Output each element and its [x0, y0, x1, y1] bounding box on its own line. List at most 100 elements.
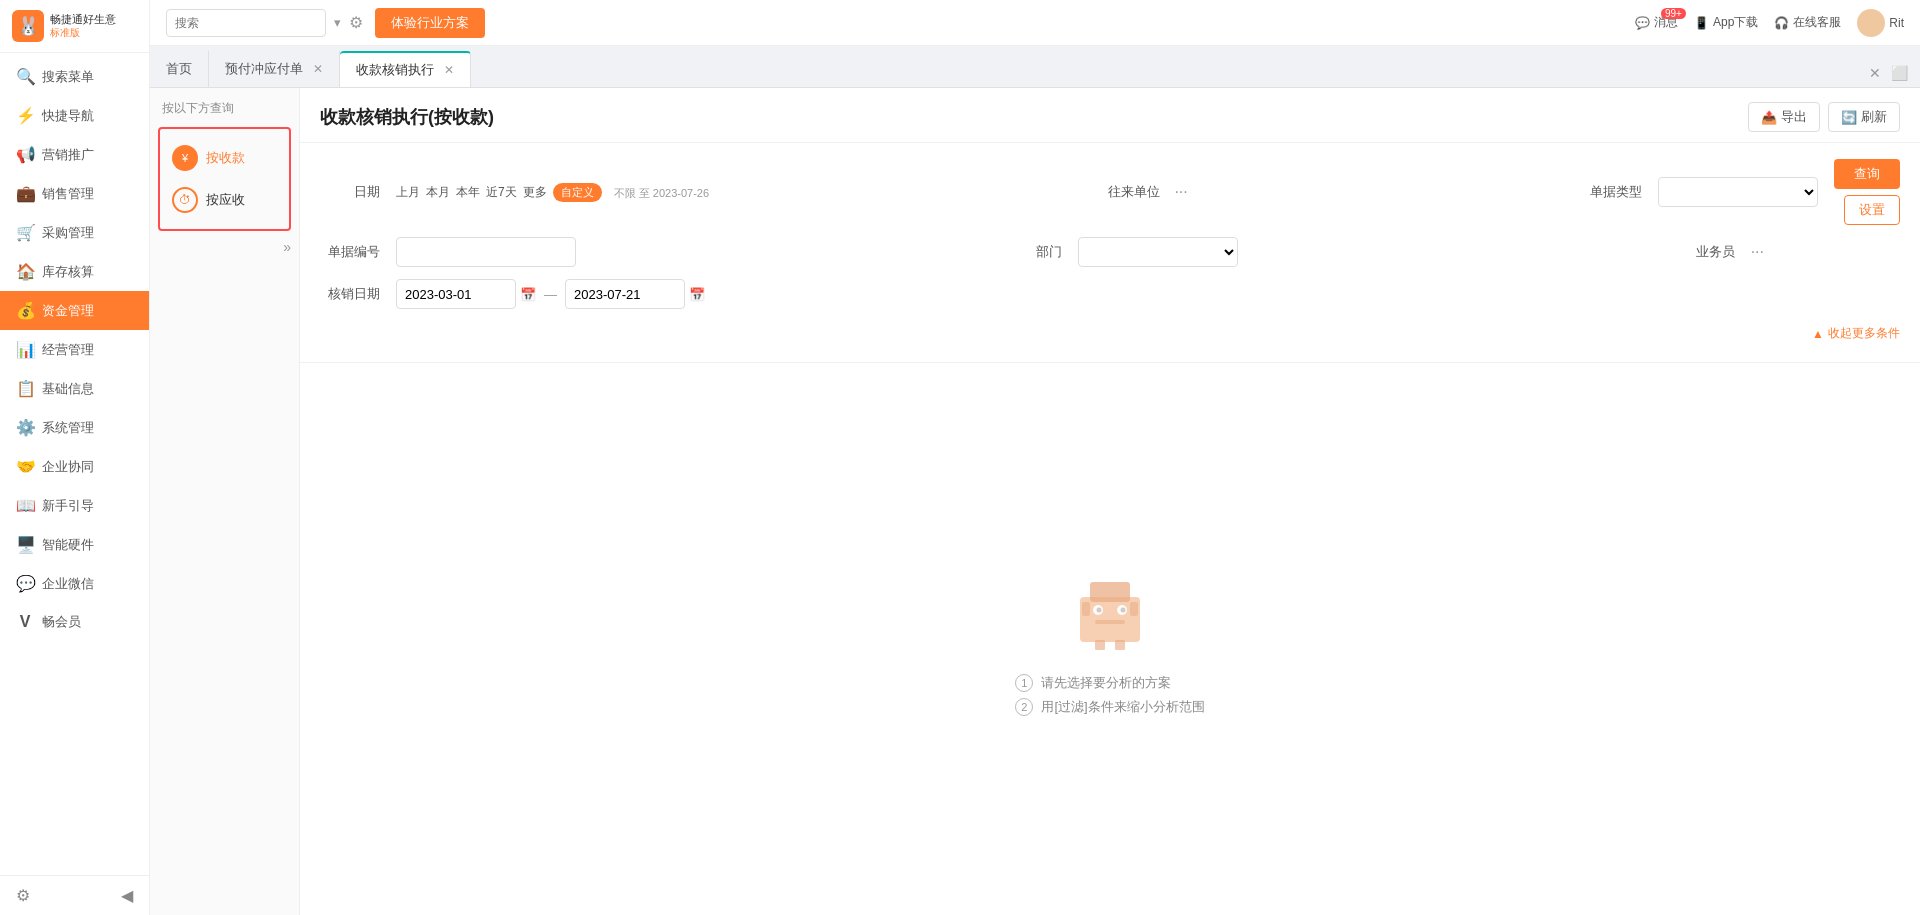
date-custom-badge[interactable]: 自定义 — [553, 183, 602, 202]
app-logo: 🐰 畅捷通好生意 标准版 — [0, 0, 149, 53]
tab-home-label: 首页 — [166, 60, 192, 78]
purchase-icon: 🛒 — [16, 223, 34, 242]
header-actions: 💬 消息 99+ 📱 App下载 🎧 在线客服 Rit — [1635, 9, 1904, 37]
date-shortcut-this-month[interactable]: 本月 — [426, 184, 450, 201]
sidebar-item-management[interactable]: 📊 经营管理 — [0, 330, 149, 369]
app-download-button[interactable]: 📱 App下载 — [1694, 14, 1758, 31]
sidebar-item-quick-nav[interactable]: ⚡ 快捷导航 — [0, 96, 149, 135]
sidebar-item-wechat[interactable]: 💬 企业微信 — [0, 564, 149, 603]
btn-group-right: 查询 设置 — [1834, 159, 1900, 225]
avatar — [1857, 9, 1885, 37]
sidebar-label-finance: 资金管理 — [42, 302, 94, 320]
page-header: 收款核销执行(按收款) 📤 导出 🔄 刷新 — [300, 88, 1920, 143]
filter-option-by-receivable[interactable]: ⏱ 按应收 — [168, 179, 281, 221]
tip-text-1: 请先选择要分析的方案 — [1041, 674, 1171, 692]
message-icon: 💬 — [1635, 16, 1650, 30]
staff-dots[interactable]: ··· — [1751, 243, 1764, 261]
date-shortcut-7days[interactable]: 近7天 — [486, 184, 517, 201]
sidebar-menu: 🔍 搜索菜单 ⚡ 快捷导航 📢 营销推广 💼 销售管理 🛒 采购管理 🏠 库存核… — [0, 53, 149, 875]
empty-state: 1 请先选择要分析的方案 2 用[过滤]条件来缩小分析范围 — [300, 363, 1920, 915]
date-shortcut-more[interactable]: 更多 — [523, 184, 547, 201]
date-shortcut-this-year[interactable]: 本年 — [456, 184, 480, 201]
settings-button[interactable]: 设置 — [1844, 195, 1900, 225]
tip-num-1: 1 — [1015, 674, 1033, 692]
sidebar-item-inventory[interactable]: 🏠 库存核算 — [0, 252, 149, 291]
logo-icon: 🐰 — [12, 10, 44, 42]
verify-date-start[interactable] — [396, 279, 516, 309]
sidebar-label-basic: 基础信息 — [42, 380, 94, 398]
collapse-panel-btn[interactable]: » — [158, 239, 291, 255]
counterparty-dots[interactable]: ··· — [1174, 183, 1187, 201]
sidebar-item-collab[interactable]: 🤝 企业协同 — [0, 447, 149, 486]
query-button[interactable]: 查询 — [1834, 159, 1900, 189]
tab-bar: 首页 预付冲应付单 ✕ 收款核销执行 ✕ ✕ ⬜ — [150, 46, 1920, 88]
filter-panel: 按以下方查询 ¥ 按收款 ⏱ 按应收 » — [150, 88, 300, 915]
collapse-more-button[interactable]: ▲ 收起更多条件 — [1812, 325, 1900, 342]
sidebar-item-basic[interactable]: 📋 基础信息 — [0, 369, 149, 408]
page-actions: 📤 导出 🔄 刷新 — [1748, 102, 1900, 132]
inventory-icon: 🏠 — [16, 262, 34, 281]
wechat-icon: 💬 — [16, 574, 34, 593]
export-label: 导出 — [1781, 108, 1807, 126]
dept-select[interactable] — [1078, 237, 1238, 267]
sidebar-item-search[interactable]: 🔍 搜索菜单 — [0, 57, 149, 96]
tip-text-2: 用[过滤]条件来缩小分析范围 — [1041, 698, 1204, 716]
user-menu[interactable]: Rit — [1857, 9, 1904, 37]
bill-no-input[interactable] — [396, 237, 576, 267]
tab-receivable-close[interactable]: ✕ — [444, 63, 454, 77]
online-service-label: 在线客服 — [1793, 14, 1841, 31]
bill-no-label: 单据编号 — [320, 243, 380, 261]
sidebar-item-purchase[interactable]: 🛒 采购管理 — [0, 213, 149, 252]
refresh-button[interactable]: 🔄 刷新 — [1828, 102, 1900, 132]
sidebar-item-member[interactable]: V 畅会员 — [0, 603, 149, 641]
sidebar-label-wechat: 企业微信 — [42, 575, 94, 593]
tab-receivable-label: 收款核销执行 — [356, 61, 434, 79]
svg-rect-10 — [1115, 640, 1125, 650]
close-tab-icon[interactable]: ✕ — [1869, 65, 1881, 81]
tab-home[interactable]: 首页 — [150, 51, 209, 87]
message-button[interactable]: 💬 消息 99+ — [1635, 14, 1678, 31]
sidebar-item-marketing[interactable]: 📢 营销推广 — [0, 135, 149, 174]
tab-receivable[interactable]: 收款核销执行 ✕ — [340, 51, 471, 87]
verify-date-end[interactable] — [565, 279, 685, 309]
svg-point-4 — [1097, 608, 1102, 613]
date-shortcuts: 上月 本月 本年 近7天 更多 自定义 不限 至 2023-07-26 — [396, 183, 709, 202]
search-input[interactable] — [166, 9, 326, 37]
headset-icon: 🎧 — [1774, 16, 1789, 30]
expand-tab-icon[interactable]: ⬜ — [1891, 65, 1908, 81]
date-shortcut-last-month[interactable]: 上月 — [396, 184, 420, 201]
sidebar-item-sales[interactable]: 💼 销售管理 — [0, 174, 149, 213]
calendar-end-icon[interactable]: 📅 — [689, 287, 705, 302]
filter-option-by-receipt[interactable]: ¥ 按收款 — [168, 137, 281, 179]
online-service-button[interactable]: 🎧 在线客服 — [1774, 14, 1841, 31]
tab-prepay[interactable]: 预付冲应付单 ✕ — [209, 51, 340, 87]
gear-icon[interactable]: ⚙ — [349, 13, 363, 32]
bill-type-select[interactable] — [1658, 177, 1818, 207]
tab-prepay-close[interactable]: ✕ — [313, 62, 323, 76]
calendar-start-icon[interactable]: 📅 — [520, 287, 536, 302]
message-badge: 99+ — [1661, 8, 1686, 19]
sidebar-item-finance[interactable]: 💰 资金管理 — [0, 291, 149, 330]
empty-tips: 1 请先选择要分析的方案 2 用[过滤]条件来缩小分析范围 — [1015, 674, 1204, 716]
sidebar-label-guide: 新手引导 — [42, 497, 94, 515]
export-button[interactable]: 📤 导出 — [1748, 102, 1820, 132]
sidebar-label-search: 搜索菜单 — [42, 68, 94, 86]
sidebar-label-collab: 企业协同 — [42, 458, 94, 476]
filter-label-receipt: 按收款 — [206, 149, 245, 167]
tab-bar-actions: ✕ ⬜ — [1869, 65, 1908, 81]
sidebar-item-hardware[interactable]: 🖥️ 智能硬件 — [0, 525, 149, 564]
dropdown-icon[interactable]: ▾ — [334, 15, 341, 30]
sidebar-item-guide[interactable]: 📖 新手引导 — [0, 486, 149, 525]
main: ▾ ⚙ 体验行业方案 💬 消息 99+ 📱 App下载 🎧 在线客服 Rit — [150, 0, 1920, 915]
header-search: ▾ ⚙ — [166, 9, 363, 37]
date-dash: — — [544, 287, 557, 302]
settings-icon[interactable]: ⚙ — [16, 886, 30, 905]
collapse-sidebar-icon[interactable]: ◀ — [121, 886, 133, 905]
app-name: 畅捷通好生意 — [50, 12, 116, 26]
app-edition: 标准版 — [50, 26, 116, 40]
svg-rect-7 — [1082, 602, 1090, 616]
collapse-label: 收起更多条件 — [1828, 325, 1900, 342]
sidebar-item-system[interactable]: ⚙️ 系统管理 — [0, 408, 149, 447]
management-icon: 📊 — [16, 340, 34, 359]
industry-solution-button[interactable]: 体验行业方案 — [375, 8, 485, 38]
